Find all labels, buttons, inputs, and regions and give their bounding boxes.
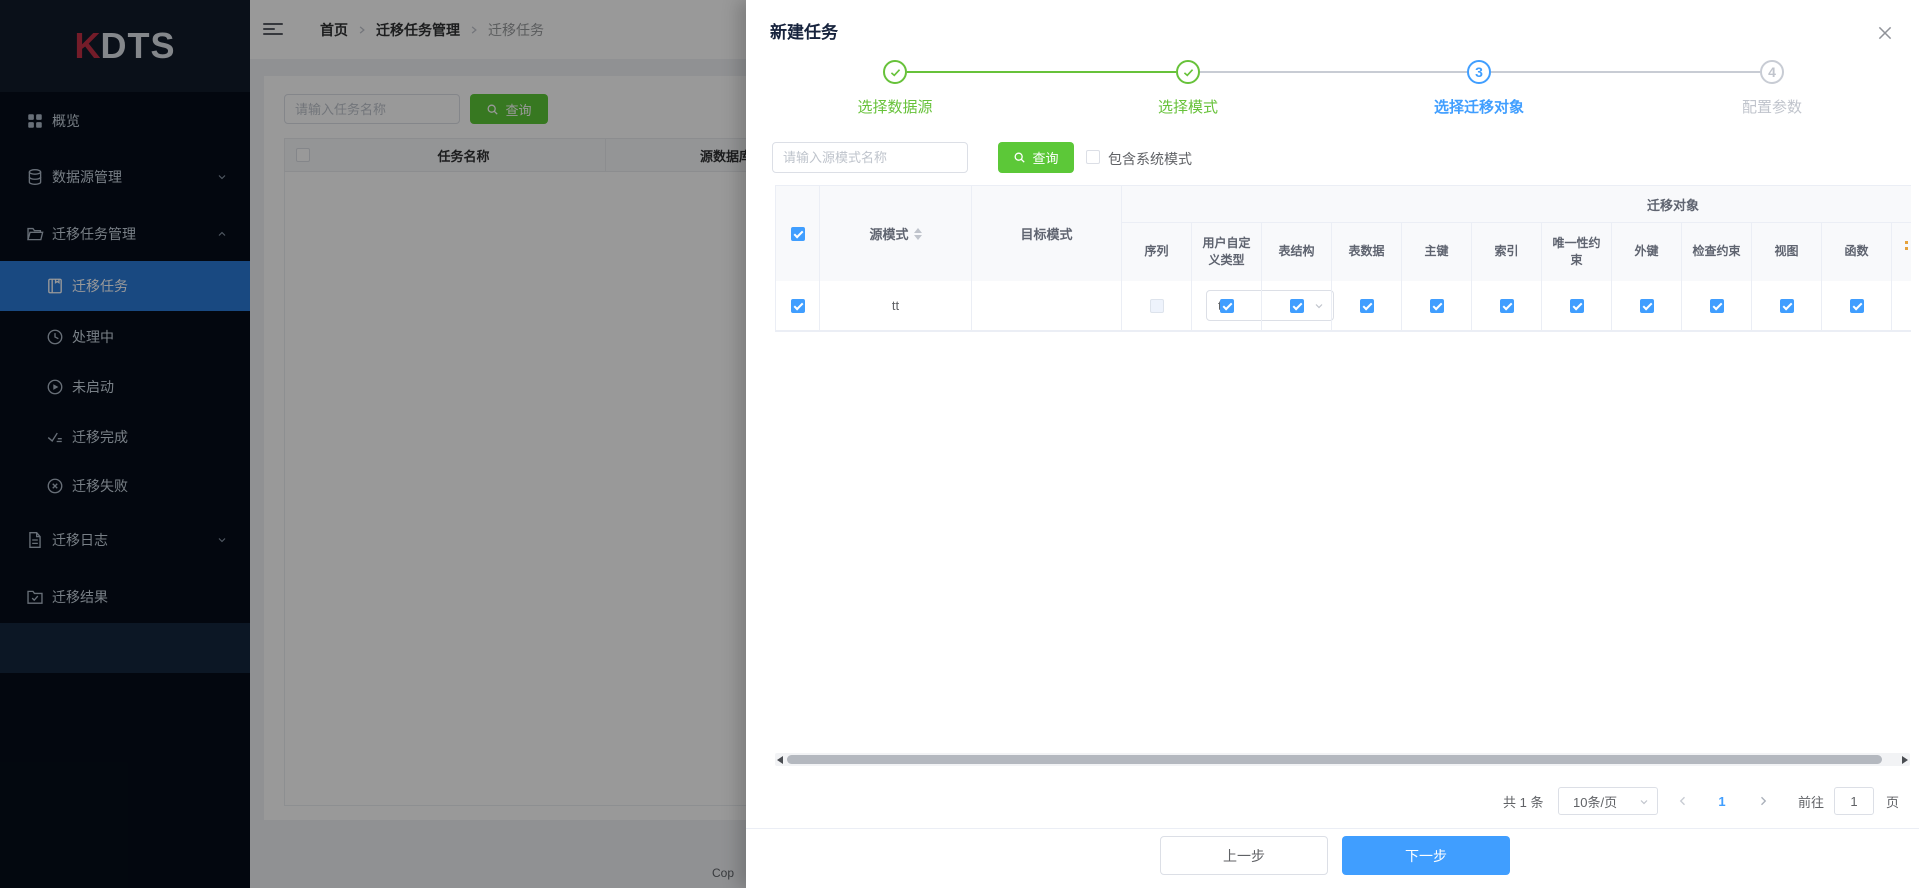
function-checkbox[interactable] — [1849, 298, 1864, 313]
goto-page-input[interactable] — [1834, 787, 1874, 815]
table-row: tt tt — [776, 281, 1911, 331]
subcol-header-table-data: 表数据 — [1331, 223, 1401, 281]
prev-step-button[interactable]: 上一步 — [1160, 836, 1328, 875]
chevron-down-icon — [1638, 796, 1650, 808]
unique-constraint-checkbox[interactable] — [1569, 298, 1584, 313]
primary-key-checkbox[interactable] — [1429, 298, 1444, 313]
step-1-circle — [883, 60, 907, 84]
row-cell-primary-key — [1401, 281, 1471, 330]
view-checkbox[interactable] — [1779, 298, 1794, 313]
row-cell-clipped — [1891, 281, 1911, 330]
step-connector-done — [907, 71, 1176, 73]
column-header-source-schema[interactable]: 源模式 — [819, 186, 971, 281]
row-cell-user-defined-type — [1191, 281, 1261, 330]
column-group-label: 迁移对象 — [1646, 198, 1699, 213]
row-cell-sequence — [1121, 281, 1191, 330]
subcol-header-primary-key: 主键 — [1401, 223, 1471, 281]
column-header-label: 源模式 — [869, 227, 909, 242]
table-structure-checkbox[interactable] — [1289, 298, 1304, 313]
step-2-label: 选择模式 — [1157, 99, 1218, 116]
source-schema-search-input[interactable] — [772, 142, 968, 173]
clipped-column-sliver — [1905, 241, 1908, 255]
row-cell-foreign-key — [1611, 281, 1681, 330]
subcol-header-foreign-key: 外键 — [1611, 223, 1681, 281]
sequence-checkbox[interactable] — [1149, 298, 1164, 313]
index-checkbox[interactable] — [1499, 298, 1514, 313]
subcol-header-sequence: 序列 — [1121, 223, 1191, 281]
next-step-button[interactable]: 下一步 — [1342, 836, 1510, 875]
drawer-query-button[interactable]: 查询 — [998, 142, 1074, 173]
step-connector — [1200, 71, 1467, 73]
page-number-1[interactable]: 1 — [1704, 787, 1740, 815]
select-all-checkbox[interactable] — [790, 226, 805, 241]
row-cell-view — [1751, 281, 1821, 330]
row-cell-index — [1471, 281, 1541, 330]
row-source-schema-cell: tt — [819, 281, 971, 330]
step-number: 3 — [1475, 64, 1483, 80]
source-schema-value: tt — [891, 298, 900, 313]
subcol-header-user-defined-type: 用户自定义类型 — [1191, 223, 1261, 281]
new-task-drawer: 新建任务 3 4 选择数据源 选择模式 选择迁移对象 配置参数 查询 — [746, 0, 1919, 888]
row-select-cell — [776, 281, 819, 330]
select-all-cell — [776, 186, 819, 281]
row-cell-table-data — [1331, 281, 1401, 330]
row-cell-check-constraint — [1681, 281, 1751, 330]
query-button-label: 查询 — [1032, 151, 1059, 166]
footer-divider — [746, 828, 1919, 829]
subcol-header-clipped — [1891, 223, 1911, 281]
next-page-arrow[interactable] — [1752, 787, 1774, 815]
goto-page-label: 前往 — [1798, 795, 1825, 810]
column-header-target-schema: 目标模式 — [971, 186, 1121, 281]
subcol-header-unique-constraint: 唯一性约束 — [1541, 223, 1611, 281]
step-connector — [1491, 71, 1760, 73]
subcol-header-view: 视图 — [1751, 223, 1821, 281]
foreign-key-checkbox[interactable] — [1639, 298, 1654, 313]
column-group-migration-objects: 迁移对象 — [1121, 186, 1911, 223]
page-size-value: 10条/页 — [1573, 794, 1618, 810]
step-4-circle: 4 — [1760, 60, 1784, 84]
page-size-select[interactable]: 10条/页 — [1558, 787, 1658, 815]
check-constraint-checkbox[interactable] — [1709, 298, 1724, 313]
step-2-circle — [1176, 60, 1200, 84]
row-select-checkbox[interactable] — [790, 298, 805, 313]
include-system-schema-label: 包含系统模式 — [1108, 151, 1192, 167]
row-cell-table-structure — [1261, 281, 1331, 330]
step-4-label: 配置参数 — [1741, 99, 1802, 116]
subcol-header-table-structure: 表结构 — [1261, 223, 1331, 281]
prev-page-arrow[interactable] — [1672, 787, 1694, 815]
sort-caret-icon[interactable] — [913, 227, 922, 240]
search-icon — [1013, 151, 1026, 164]
app-root: K DTS 概览 数据源管理 迁移任务管理 迁移任务 处理中 未启动 迁移完成 … — [0, 0, 1919, 888]
subcol-header-check-constraint: 检查约束 — [1681, 223, 1751, 281]
step-1-label: 选择数据源 — [857, 99, 933, 116]
pagination-total: 共 1 条 — [1503, 795, 1544, 810]
page-unit-label: 页 — [1886, 795, 1900, 810]
scrollbar-thumb[interactable] — [787, 755, 1882, 764]
step-number: 4 — [1768, 64, 1776, 80]
user-defined-type-checkbox[interactable] — [1219, 298, 1234, 313]
modal-mask[interactable] — [0, 0, 746, 888]
step-3-circle: 3 — [1467, 60, 1491, 84]
table-data-checkbox[interactable] — [1359, 298, 1374, 313]
close-icon[interactable] — [1876, 24, 1894, 42]
schema-table: 源模式 目标模式 迁移对象 序列 用户自定义类型 表结构 表数据 主键 索引 唯… — [775, 185, 1911, 332]
include-system-schema-checkbox[interactable] — [1086, 150, 1100, 164]
subcol-header-function: 函数 — [1821, 223, 1891, 281]
scroll-right-arrow-icon[interactable] — [1902, 755, 1908, 764]
horizontal-scrollbar[interactable] — [775, 753, 1910, 766]
row-target-schema-cell: tt — [971, 281, 1334, 330]
step-3-label: 选择迁移对象 — [1433, 99, 1524, 116]
column-header-label: 目标模式 — [1020, 227, 1073, 242]
row-cell-unique-constraint — [1541, 281, 1611, 330]
row-cell-function — [1821, 281, 1891, 330]
scroll-left-arrow-icon[interactable] — [777, 755, 783, 764]
subcol-header-index: 索引 — [1471, 223, 1541, 281]
drawer-title: 新建任务 — [770, 23, 838, 42]
